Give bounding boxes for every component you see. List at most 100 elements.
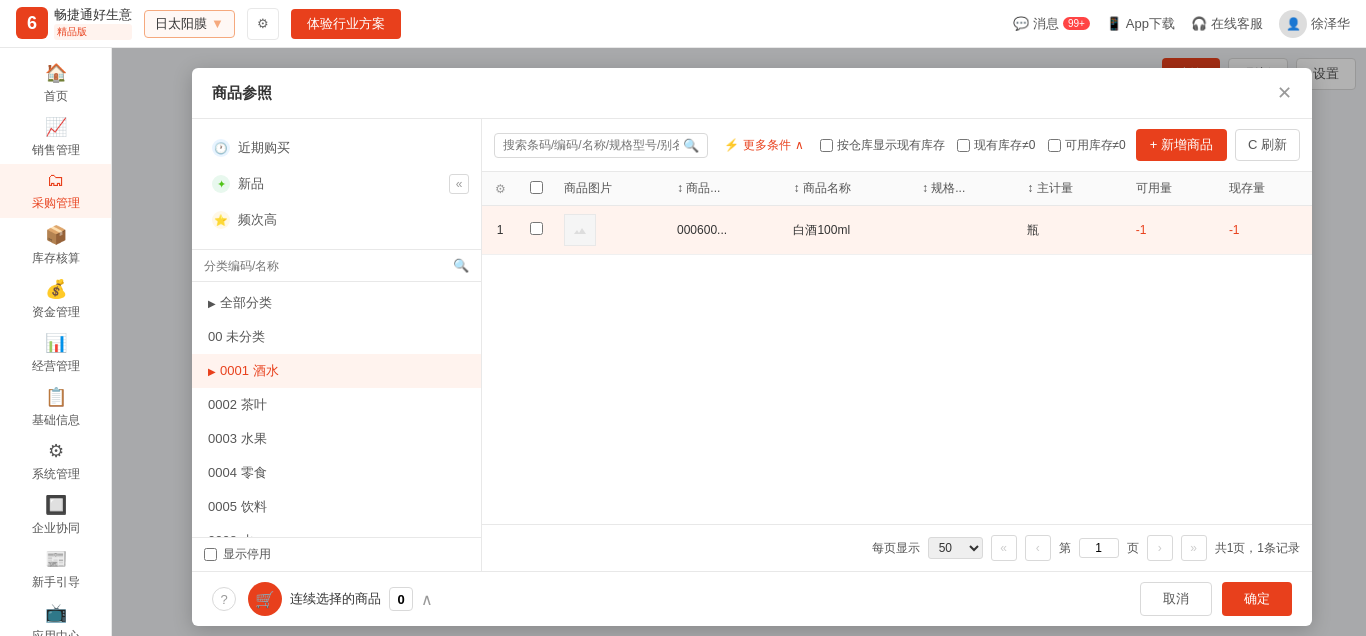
select-all-checkbox[interactable]	[530, 181, 543, 194]
product-search-icon[interactable]: 🔍	[683, 138, 699, 153]
confirm-button[interactable]: 确定	[1222, 582, 1292, 616]
row-checkbox[interactable]	[530, 222, 543, 235]
cancel-button[interactable]: 取消	[1140, 582, 1212, 616]
category-search-input[interactable]	[204, 259, 447, 273]
sidebar-item-finance[interactable]: 💰 资金管理	[0, 272, 111, 326]
app-download-button[interactable]: 📱 App下载	[1106, 15, 1175, 33]
filter-icon: ⚡	[724, 138, 739, 152]
sidebar-item-basics[interactable]: 📋 基础信息	[0, 380, 111, 434]
cart-area: 🛒 连续选择的商品 0 ∧	[248, 582, 433, 616]
col-product-name[interactable]: ↕ 商品名称	[783, 172, 912, 206]
last-page-button[interactable]: »	[1181, 535, 1207, 561]
checkbox-available-stock[interactable]	[1048, 139, 1061, 152]
product-reference-modal: 商品参照 ✕ 🕐 近期购买	[192, 68, 1312, 626]
online-service-button[interactable]: 🎧 在线客服	[1191, 15, 1263, 33]
finance-icon: 💰	[45, 278, 67, 300]
table-header-row: ⚙ 商品图片 ↕ 商品... ↕ 商品名称	[482, 172, 1312, 206]
sidebar-item-collab[interactable]: 🔲 企业协同	[0, 488, 111, 542]
category-list: ▶ 全部分类 00 未分类 ▶ 0001 酒水 0002 茶叶	[192, 282, 481, 537]
page-size-select[interactable]: 50 20 100	[928, 537, 983, 559]
freq-icon: ⭐	[212, 211, 230, 229]
col-product-code[interactable]: ↕ 商品...	[667, 172, 783, 206]
sales-icon: 📈	[45, 116, 67, 138]
col-unit[interactable]: ↕ 主计量	[1017, 172, 1126, 206]
sidebar-item-procurement[interactable]: 🗂 采购管理	[0, 164, 111, 218]
col-gear: ⚙	[482, 172, 518, 206]
next-page-button[interactable]: ›	[1147, 535, 1173, 561]
table-row[interactable]: 1	[482, 206, 1312, 255]
sidebar-item-home[interactable]: 🏠 首页	[0, 56, 111, 110]
page-input[interactable]	[1079, 538, 1119, 558]
toolbar-right: + 新增商品 C 刷新	[1136, 129, 1300, 161]
collapse-arrow-icon[interactable]: ∧	[421, 590, 433, 609]
logo-icon: 6	[16, 7, 48, 39]
product-table: ⚙ 商品图片 ↕ 商品... ↕ 商品名称	[482, 172, 1312, 255]
page-size-label: 每页显示	[872, 540, 920, 557]
row-spec	[912, 206, 1017, 255]
sidebar-item-apps[interactable]: 📺 应用中心	[0, 596, 111, 636]
more-conditions-button[interactable]: ⚡ 更多条件 ∧	[718, 133, 810, 158]
checkbox-warehouse-label[interactable]: 按仓库显示现有库存	[820, 137, 945, 154]
filter-checkboxes: 按仓库显示现有库存 现有库存≠0 可用库存≠0	[820, 137, 1126, 154]
logo-badge: 精品版	[54, 24, 132, 40]
user-avatar: 👤	[1279, 10, 1307, 38]
category-search-icon[interactable]: 🔍	[453, 258, 469, 273]
row-unit: 瓶	[1017, 206, 1126, 255]
checkbox-warehouse[interactable]	[820, 139, 833, 152]
inventory-icon: 📦	[45, 224, 67, 246]
sidebar-item-sales[interactable]: 📈 销售管理	[0, 110, 111, 164]
first-page-button[interactable]: «	[991, 535, 1017, 561]
messages-button[interactable]: 💬 消息 99+	[1013, 15, 1090, 33]
checkbox-available-stock-label[interactable]: 可用库存≠0	[1048, 137, 1126, 154]
total-info: 共1页，1条记录	[1215, 540, 1300, 557]
svg-rect-0	[570, 220, 590, 240]
basics-icon: 📋	[45, 386, 67, 408]
modal-title: 商品参照	[212, 84, 272, 103]
cat-item-0002[interactable]: 0002 茶叶	[192, 388, 481, 422]
cat-item-all[interactable]: ▶ 全部分类	[192, 286, 481, 320]
col-product-image: 商品图片	[554, 172, 667, 206]
system-icon: ⚙	[48, 440, 64, 462]
sidebar-item-inventory[interactable]: 📦 库存核算	[0, 218, 111, 272]
right-toolbar: 🔍 ⚡ 更多条件 ∧ 按仓库显示现有库存	[482, 119, 1312, 172]
col-checkbox	[518, 172, 554, 206]
settings-button[interactable]: ⚙	[247, 8, 279, 40]
sidebar-item-guide[interactable]: 📰 新手引导	[0, 542, 111, 596]
product-image	[564, 214, 596, 246]
refresh-button[interactable]: C 刷新	[1235, 129, 1300, 161]
product-search-input[interactable]	[503, 138, 679, 152]
cat-item-0004[interactable]: 0004 零食	[192, 456, 481, 490]
sidebar-item-operations[interactable]: 📊 经营管理	[0, 326, 111, 380]
sidebar-item-system[interactable]: ⚙ 系统管理	[0, 434, 111, 488]
user-area[interactable]: 👤 徐泽华	[1279, 10, 1350, 38]
cat-item-00[interactable]: 00 未分类	[192, 320, 481, 354]
cat-item-0008[interactable]: 0008 水	[192, 524, 481, 537]
tab-new-products[interactable]: ✦ 新品	[196, 167, 449, 201]
dropdown-arrow: ▼	[211, 16, 224, 31]
left-panel: 🕐 近期购买 ✦ 新品 ⭐ 频次高	[192, 119, 482, 571]
store-selector[interactable]: 日太阳膜 ▼	[144, 10, 235, 38]
col-spec[interactable]: ↕ 规格...	[912, 172, 1017, 206]
recent-icon: 🕐	[212, 139, 230, 157]
main-layout: 🏠 首页 📈 销售管理 🗂 采购管理 📦 库存核算 💰 资金管理 📊 经营管理 …	[0, 48, 1366, 636]
cat-item-0001[interactable]: ▶ 0001 酒水	[192, 354, 481, 388]
prev-page-button[interactable]: ‹	[1025, 535, 1051, 561]
tab-high-frequency[interactable]: ⭐ 频次高	[196, 203, 449, 237]
cart-icon: 🛒	[248, 582, 282, 616]
page-label: 第	[1059, 540, 1071, 557]
experience-button[interactable]: 体验行业方案	[291, 9, 401, 39]
show-disabled-checkbox[interactable]	[204, 548, 217, 561]
tab-recent-purchase[interactable]: 🕐 近期购买	[196, 131, 449, 165]
checkbox-current-stock-label[interactable]: 现有库存≠0	[957, 137, 1035, 154]
show-disabled-label[interactable]: 显示停用	[223, 546, 271, 563]
cat-item-0003[interactable]: 0003 水果	[192, 422, 481, 456]
cat-item-0005[interactable]: 0005 饮料	[192, 490, 481, 524]
collapse-left-panel-button[interactable]: «	[449, 174, 469, 194]
add-product-button[interactable]: + 新增商品	[1136, 129, 1227, 161]
modal-close-button[interactable]: ✕	[1277, 82, 1292, 104]
top-nav: 6 畅捷通好生意 精品版 日太阳膜 ▼ ⚙ 体验行业方案 💬 消息 99+ 📱 …	[0, 0, 1366, 48]
operations-icon: 📊	[45, 332, 67, 354]
help-button[interactable]: ?	[212, 587, 236, 611]
new-icon: ✦	[212, 175, 230, 193]
checkbox-current-stock[interactable]	[957, 139, 970, 152]
